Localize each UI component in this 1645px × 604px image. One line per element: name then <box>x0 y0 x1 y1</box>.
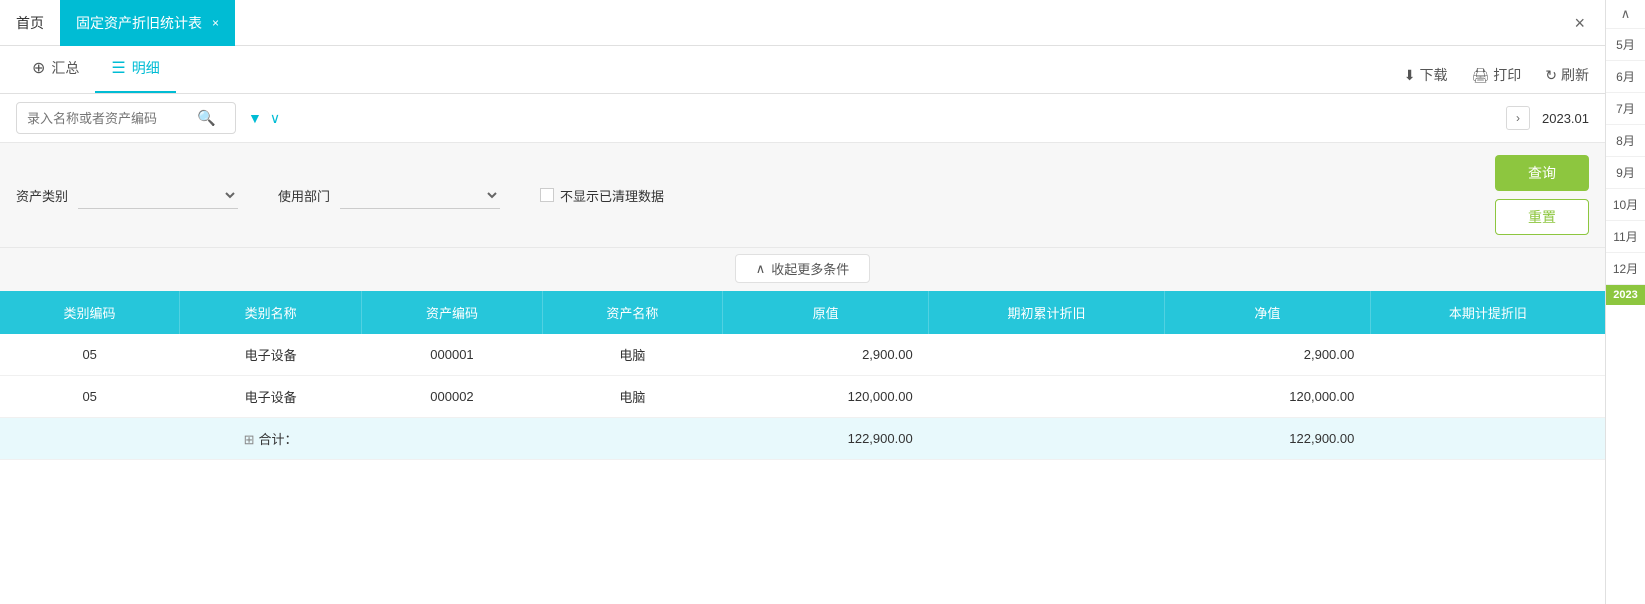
table-cell: 000002 <box>362 376 542 418</box>
table-cell <box>1370 334 1605 376</box>
table-cell: 2,900.00 <box>1164 334 1370 376</box>
col-category-code: 类别编码 <box>0 291 179 334</box>
sidebar-month-7[interactable]: 7月 <box>1606 93 1645 125</box>
data-table: 类别编码 类别名称 资产编码 资产名称 原值 期初累计折旧 净值 本期计提折旧 … <box>0 291 1605 460</box>
table-cell: 000001 <box>362 334 542 376</box>
sidebar-month-11[interactable]: 11月 <box>1606 221 1645 253</box>
total-cell <box>362 418 542 460</box>
sidebar-month-12[interactable]: 12月 <box>1606 253 1645 285</box>
main-tab[interactable]: 固定资产折旧统计表 × <box>60 0 235 46</box>
sidebar-month-9[interactable]: 9月 <box>1606 157 1645 189</box>
no-cleared-checkbox[interactable] <box>540 188 554 202</box>
reset-button[interactable]: 重置 <box>1495 199 1589 235</box>
collapse-more-button[interactable]: ∧ 收起更多条件 <box>735 254 871 283</box>
total-cell <box>0 418 179 460</box>
refresh-label: 刷新 <box>1561 65 1589 85</box>
asset-category-select[interactable] <box>78 181 238 209</box>
date-range-label: 2023.01 <box>1542 111 1589 126</box>
sidebar-month-5[interactable]: 5月 <box>1606 29 1645 61</box>
col-current-depreciation: 本期计提折旧 <box>1370 291 1605 334</box>
collapse-more-section: ∧ 收起更多条件 <box>0 248 1605 291</box>
table-cell: 120,000.00 <box>1164 376 1370 418</box>
total-cell: 122,900.00 <box>1164 418 1370 460</box>
col-asset-name: 资产名称 <box>542 291 722 334</box>
sidebar-arrow-up[interactable]: ∧ <box>1606 0 1645 29</box>
tab-actions: ⬇ 下载 🖨 打印 ↻ 刷新 <box>1404 65 1589 93</box>
top-nav: 首页 固定资产折旧统计表 × × <box>0 0 1605 46</box>
table-cell: 电脑 <box>542 376 722 418</box>
sidebar-month-8[interactable]: 8月 <box>1606 125 1645 157</box>
department-group: 使用部门 <box>278 181 500 209</box>
filter-icon: ▼ <box>248 110 262 126</box>
query-button[interactable]: 查询 <box>1495 155 1589 191</box>
close-tab-icon[interactable]: × <box>212 16 219 30</box>
search-bar: 🔍 ▼ ∨ › 2023.01 <box>0 94 1605 143</box>
download-label: 下载 <box>1419 65 1447 85</box>
table-cell: 电子设备 <box>179 376 361 418</box>
table-cell: 2,900.00 <box>723 334 929 376</box>
col-net-value: 净值 <box>1164 291 1370 334</box>
tab-detail[interactable]: ☰ 明细 <box>95 45 175 93</box>
table-cell: 电子设备 <box>179 334 361 376</box>
col-category-name: 类别名称 <box>179 291 361 334</box>
sidebar-year-badge[interactable]: 2023 <box>1606 285 1645 305</box>
main-tab-label: 固定资产折旧统计表 <box>76 13 202 33</box>
total-cell <box>929 418 1165 460</box>
total-cell <box>1370 418 1605 460</box>
window-close-button[interactable]: × <box>1554 0 1605 46</box>
table-cell: 05 <box>0 376 179 418</box>
table-header-row: 类别编码 类别名称 资产编码 资产名称 原值 期初累计折旧 净值 本期计提折旧 <box>0 291 1605 334</box>
download-icon: ⬇ <box>1404 67 1416 84</box>
total-cell: ⊞合计： <box>179 418 361 460</box>
refresh-button[interactable]: ↻ 刷新 <box>1545 65 1589 85</box>
sidebar-month-6[interactable]: 6月 <box>1606 61 1645 93</box>
table-body: 05电子设备000001电脑2,900.002,900.0005电子设备0000… <box>0 334 1605 460</box>
print-label: 打印 <box>1493 65 1521 85</box>
collapse-right-button[interactable]: › <box>1506 106 1530 130</box>
print-icon: 🖨 <box>1471 67 1489 84</box>
chevron-down-icon: ∨ <box>270 110 280 127</box>
no-cleared-group: 不显示已清理数据 <box>540 186 664 205</box>
total-cell: 122,900.00 <box>723 418 929 460</box>
sidebar-month-10[interactable]: 10月 <box>1606 189 1645 221</box>
home-tab[interactable]: 首页 <box>16 13 60 33</box>
col-beginning-depreciation: 期初累计折旧 <box>929 291 1165 334</box>
table-cell <box>929 376 1165 418</box>
col-original-value: 原值 <box>723 291 929 334</box>
right-sidebar: ∧ 5月 6月 7月 8月 9月 10月 11月 12月 2023 <box>1605 0 1645 604</box>
tab-summary[interactable]: ⊕ 汇总 <box>16 45 95 93</box>
more-conditions-button[interactable]: ▼ ∨ <box>248 110 280 127</box>
data-table-wrap: 类别编码 类别名称 资产编码 资产名称 原值 期初累计折旧 净值 本期计提折旧 … <box>0 291 1605 604</box>
detail-icon: ☰ <box>111 58 125 78</box>
table-cell: 电脑 <box>542 334 722 376</box>
tab-detail-label: 明细 <box>132 58 160 78</box>
department-label: 使用部门 <box>278 186 330 205</box>
table-row: 05电子设备000001电脑2,900.002,900.00 <box>0 334 1605 376</box>
asset-category-group: 资产类别 <box>16 181 238 209</box>
collapse-icon: ∧ <box>756 261 766 277</box>
no-cleared-label: 不显示已清理数据 <box>560 186 664 205</box>
asset-category-label: 资产类别 <box>16 186 68 205</box>
filter-actions: 查询 重置 <box>1495 155 1589 235</box>
collapse-more-label: 收起更多条件 <box>771 259 849 278</box>
col-asset-code: 资产编码 <box>362 291 542 334</box>
total-row: ⊞合计： 122,900.00 122,900.00 <box>0 418 1605 460</box>
search-icon[interactable]: 🔍 <box>197 109 216 127</box>
department-select[interactable] <box>340 181 500 209</box>
refresh-icon: ↻ <box>1545 67 1557 84</box>
search-input[interactable] <box>27 111 197 126</box>
tab-bar: ⊕ 汇总 ☰ 明细 ⬇ 下载 🖨 打印 ↻ 刷新 <box>0 46 1605 94</box>
table-row: 05电子设备000002电脑120,000.00120,000.00 <box>0 376 1605 418</box>
total-cell <box>542 418 722 460</box>
filter-row: 资产类别 使用部门 不显示已清理数据 查询 重置 <box>0 143 1605 248</box>
search-input-wrap: 🔍 <box>16 102 236 134</box>
print-button[interactable]: 🖨 打印 <box>1471 65 1521 85</box>
tab-summary-label: 汇总 <box>51 58 79 78</box>
table-cell <box>929 334 1165 376</box>
table-cell: 120,000.00 <box>723 376 929 418</box>
table-cell <box>1370 376 1605 418</box>
table-cell: 05 <box>0 334 179 376</box>
download-button[interactable]: ⬇ 下载 <box>1404 65 1448 85</box>
summary-icon: ⊕ <box>32 58 45 78</box>
